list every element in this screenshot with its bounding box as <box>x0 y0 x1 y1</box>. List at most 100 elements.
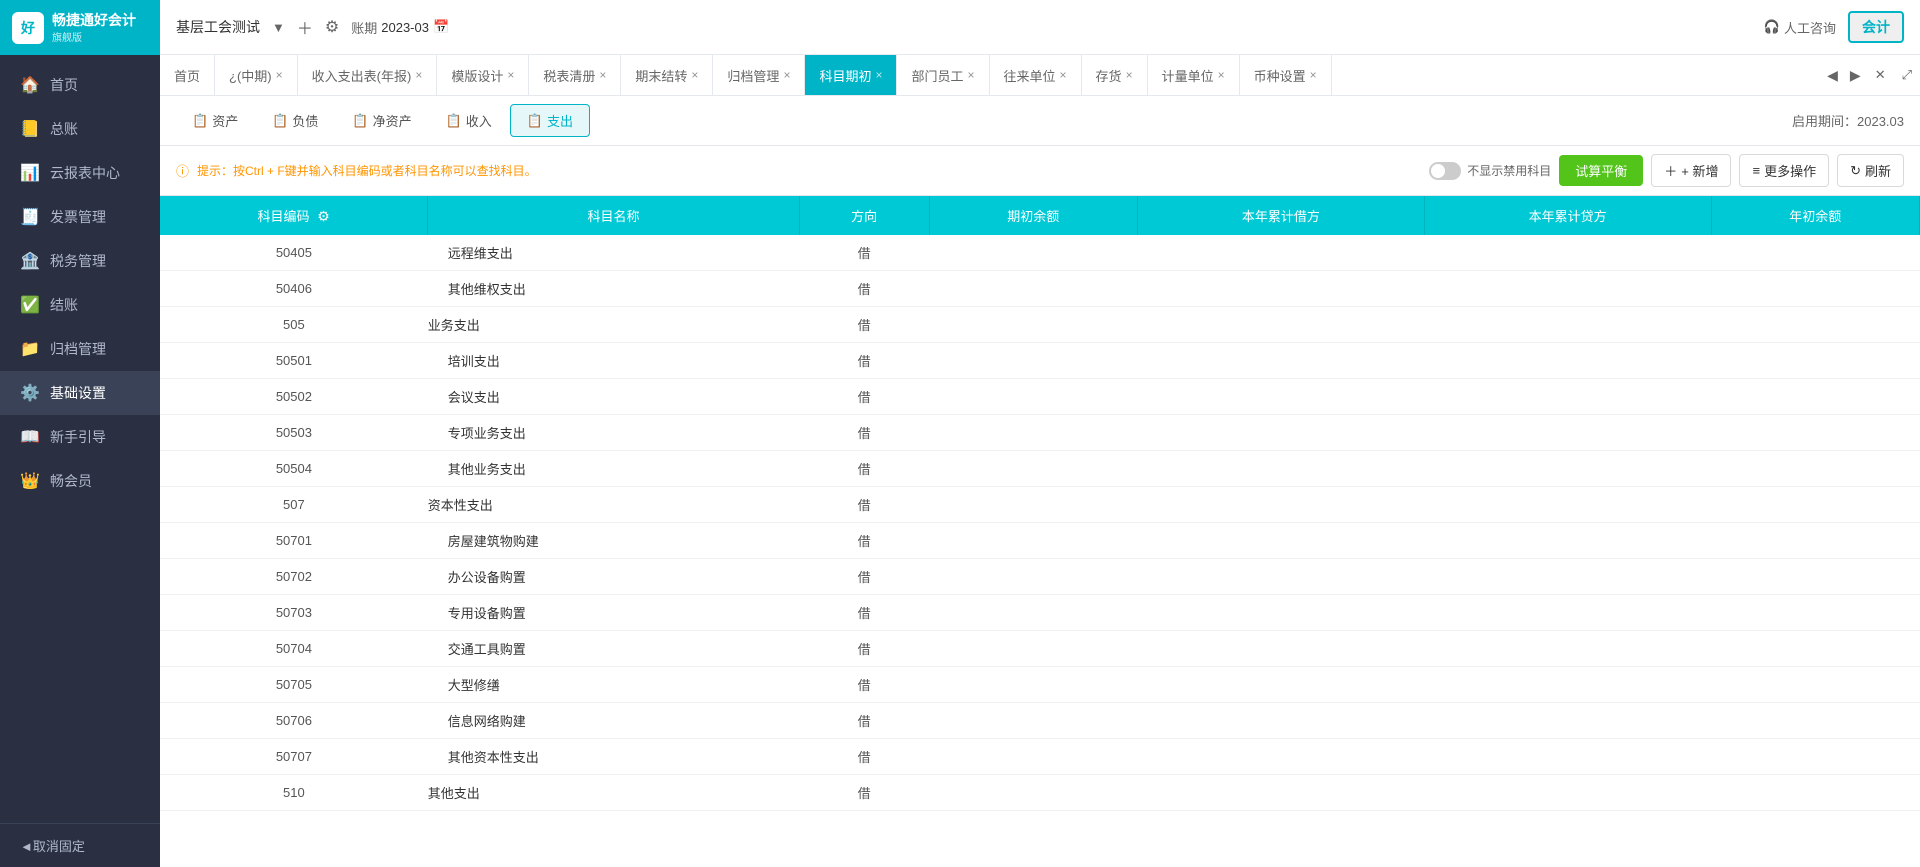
table-row[interactable]: 50701 房屋建筑物购建 借 <box>160 523 1920 559</box>
cell-code: 507 <box>160 487 428 523</box>
cell-year-begin <box>1711 523 1919 559</box>
column-settings-icon[interactable]: ⚙ <box>317 208 330 224</box>
sidebar-collapse[interactable]: ◄取消固定 <box>0 823 160 867</box>
table-row[interactable]: 505 业务支出 借 <box>160 307 1920 343</box>
cell-direction: 借 <box>799 235 929 271</box>
cell-ytd-debit <box>1137 523 1424 559</box>
table-row[interactable]: 50501 培训支出 借 <box>160 343 1920 379</box>
refresh-button[interactable]: ↻ 刷新 <box>1837 154 1904 187</box>
tab-close-icon[interactable]: × <box>276 68 283 82</box>
subtab-expense[interactable]: 📋 支出 <box>510 104 590 137</box>
account-button[interactable]: 会计 <box>1848 11 1904 43</box>
table-row[interactable]: 50503 专项业务支出 借 <box>160 415 1920 451</box>
sidebar-item-guide[interactable]: 📖 新手引导 <box>0 415 160 459</box>
tab-label: 计量单位 <box>1162 66 1214 85</box>
tab-close-icon[interactable]: × <box>783 68 790 82</box>
sidebar-item-label: 畅会员 <box>50 471 92 491</box>
sidebar-item-checkout[interactable]: ✅ 结账 <box>0 283 160 327</box>
cell-opening <box>929 379 1137 415</box>
tab-close-all-button[interactable]: ✕ <box>1867 55 1894 95</box>
disabled-toggle[interactable] <box>1429 162 1461 180</box>
balance-button[interactable]: 试算平衡 <box>1559 155 1643 186</box>
tab-measure[interactable]: 计量单位 × <box>1148 55 1240 95</box>
tab-close-icon[interactable]: × <box>415 68 422 82</box>
add-button[interactable]: ＋ + 新增 <box>1651 154 1731 187</box>
cell-opening <box>929 415 1137 451</box>
table-row[interactable]: 50706 信息网络购建 借 <box>160 703 1920 739</box>
tab-close-icon[interactable]: × <box>875 68 882 82</box>
sidebar-item-reports[interactable]: 📊 云报表中心 <box>0 151 160 195</box>
tab-income[interactable]: 收入支出表(年报) × <box>298 55 438 95</box>
table-row[interactable]: 50704 交通工具购置 借 <box>160 631 1920 667</box>
tab-prev-button[interactable]: ◀ <box>1821 55 1844 95</box>
table-row[interactable]: 50504 其他业务支出 借 <box>160 451 1920 487</box>
tab-close-icon[interactable]: × <box>1218 68 1225 82</box>
tab-period[interactable]: ¿(中期) × <box>215 55 298 95</box>
table-row[interactable]: 50703 专用设备购置 借 <box>160 595 1920 631</box>
cell-year-begin <box>1711 595 1919 631</box>
tab-close-icon[interactable]: × <box>1126 68 1133 82</box>
subtab-income[interactable]: 📋 收入 <box>430 105 508 136</box>
tab-next-button[interactable]: ▶ <box>1844 55 1867 95</box>
cell-ytd-credit <box>1424 775 1711 811</box>
sidebar-item-invoice[interactable]: 🧾 发票管理 <box>0 195 160 239</box>
tab-close-icon[interactable]: × <box>507 68 514 82</box>
tab-template[interactable]: 模版设计 × <box>437 55 529 95</box>
table-row[interactable]: 50405 远程维支出 借 <box>160 235 1920 271</box>
sidebar-item-tax[interactable]: 🏦 税务管理 <box>0 239 160 283</box>
tab-close-icon[interactable]: × <box>1060 68 1067 82</box>
cell-ytd-debit <box>1137 451 1424 487</box>
sidebar-item-home[interactable]: 🏠 首页 <box>0 63 160 107</box>
table-row[interactable]: 50702 办公设备购置 借 <box>160 559 1920 595</box>
tab-label: 存货 <box>1096 66 1122 85</box>
tab-tax[interactable]: 税表清册 × <box>529 55 621 95</box>
sidebar-item-ledger[interactable]: 📒 总账 <box>0 107 160 151</box>
service-button[interactable]: 🎧 人工咨询 <box>1764 18 1836 37</box>
tab-period-end[interactable]: 期末结转 × <box>621 55 713 95</box>
cell-ytd-debit <box>1137 739 1424 775</box>
tab-subject-init[interactable]: 科目期初 × <box>805 55 897 95</box>
subtab-net-asset[interactable]: 📋 净资产 <box>336 105 427 136</box>
col-year-begin: 年初余额 <box>1711 196 1919 235</box>
tab-archive[interactable]: 归档管理 × <box>713 55 805 95</box>
cell-year-begin <box>1711 307 1919 343</box>
cell-name: 培训支出 <box>428 343 799 379</box>
tab-close-icon[interactable]: × <box>1310 68 1317 82</box>
tab-home[interactable]: 首页 <box>160 55 215 95</box>
cell-code: 50705 <box>160 667 428 703</box>
table-row[interactable]: 510 其他支出 借 <box>160 775 1920 811</box>
tab-inventory[interactable]: 存货 × <box>1082 55 1148 95</box>
table-row[interactable]: 50502 会议支出 借 <box>160 379 1920 415</box>
add-company-icon[interactable]: ＋ <box>297 15 313 39</box>
subtab-asset[interactable]: 📋 资产 <box>176 105 254 136</box>
table-row[interactable]: 507 资本性支出 借 <box>160 487 1920 523</box>
tab-currency[interactable]: 币种设置 × <box>1240 55 1332 95</box>
table-row[interactable]: 50707 其他资本性支出 借 <box>160 739 1920 775</box>
expense-icon: 📋 <box>527 113 543 129</box>
cell-opening <box>929 595 1137 631</box>
tab-department[interactable]: 部门员工 × <box>897 55 989 95</box>
subtab-liability[interactable]: 📋 负债 <box>256 105 334 136</box>
cell-code: 50502 <box>160 379 428 415</box>
sidebar-item-member[interactable]: 👑 畅会员 <box>0 459 160 503</box>
cell-name: 信息网络购建 <box>428 703 799 739</box>
tab-close-icon[interactable]: × <box>691 68 698 82</box>
checkout-icon: ✅ <box>20 295 40 315</box>
tab-close-icon[interactable]: × <box>599 68 606 82</box>
tabbar: 首页 ¿(中期) × 收入支出表(年报) × 模版设计 × 税表清册 × 期末结… <box>160 55 1920 96</box>
cell-year-begin <box>1711 271 1919 307</box>
table-row[interactable]: 50705 大型修缮 借 <box>160 667 1920 703</box>
tab-unit[interactable]: 往来单位 × <box>990 55 1082 95</box>
cell-direction: 借 <box>799 559 929 595</box>
sidebar-item-archive[interactable]: 📁 归档管理 <box>0 327 160 371</box>
sidebar-item-settings[interactable]: ⚙️ 基础设置 <box>0 371 160 415</box>
settings-gear-icon[interactable]: ⚙ <box>325 17 339 37</box>
subject-table-wrapper[interactable]: 科目编码 ⚙ 科目名称 方向 期初余额 本年累计借方 本年累计贷方 年初余额 5… <box>160 196 1920 867</box>
table-row[interactable]: 50406 其他维权支出 借 <box>160 271 1920 307</box>
calendar-icon[interactable]: 📅 <box>433 19 449 35</box>
tab-expand-button[interactable]: ⤢ <box>1894 55 1920 95</box>
more-button[interactable]: ≡ 更多操作 <box>1739 154 1829 187</box>
company-dropdown-icon[interactable]: ▼ <box>272 20 285 35</box>
toolbar: ⓘ 提示：按Ctrl + F键并输入科目编码或者科目名称可以查找科目。 不显示禁… <box>160 146 1920 196</box>
tab-close-icon[interactable]: × <box>968 68 975 82</box>
